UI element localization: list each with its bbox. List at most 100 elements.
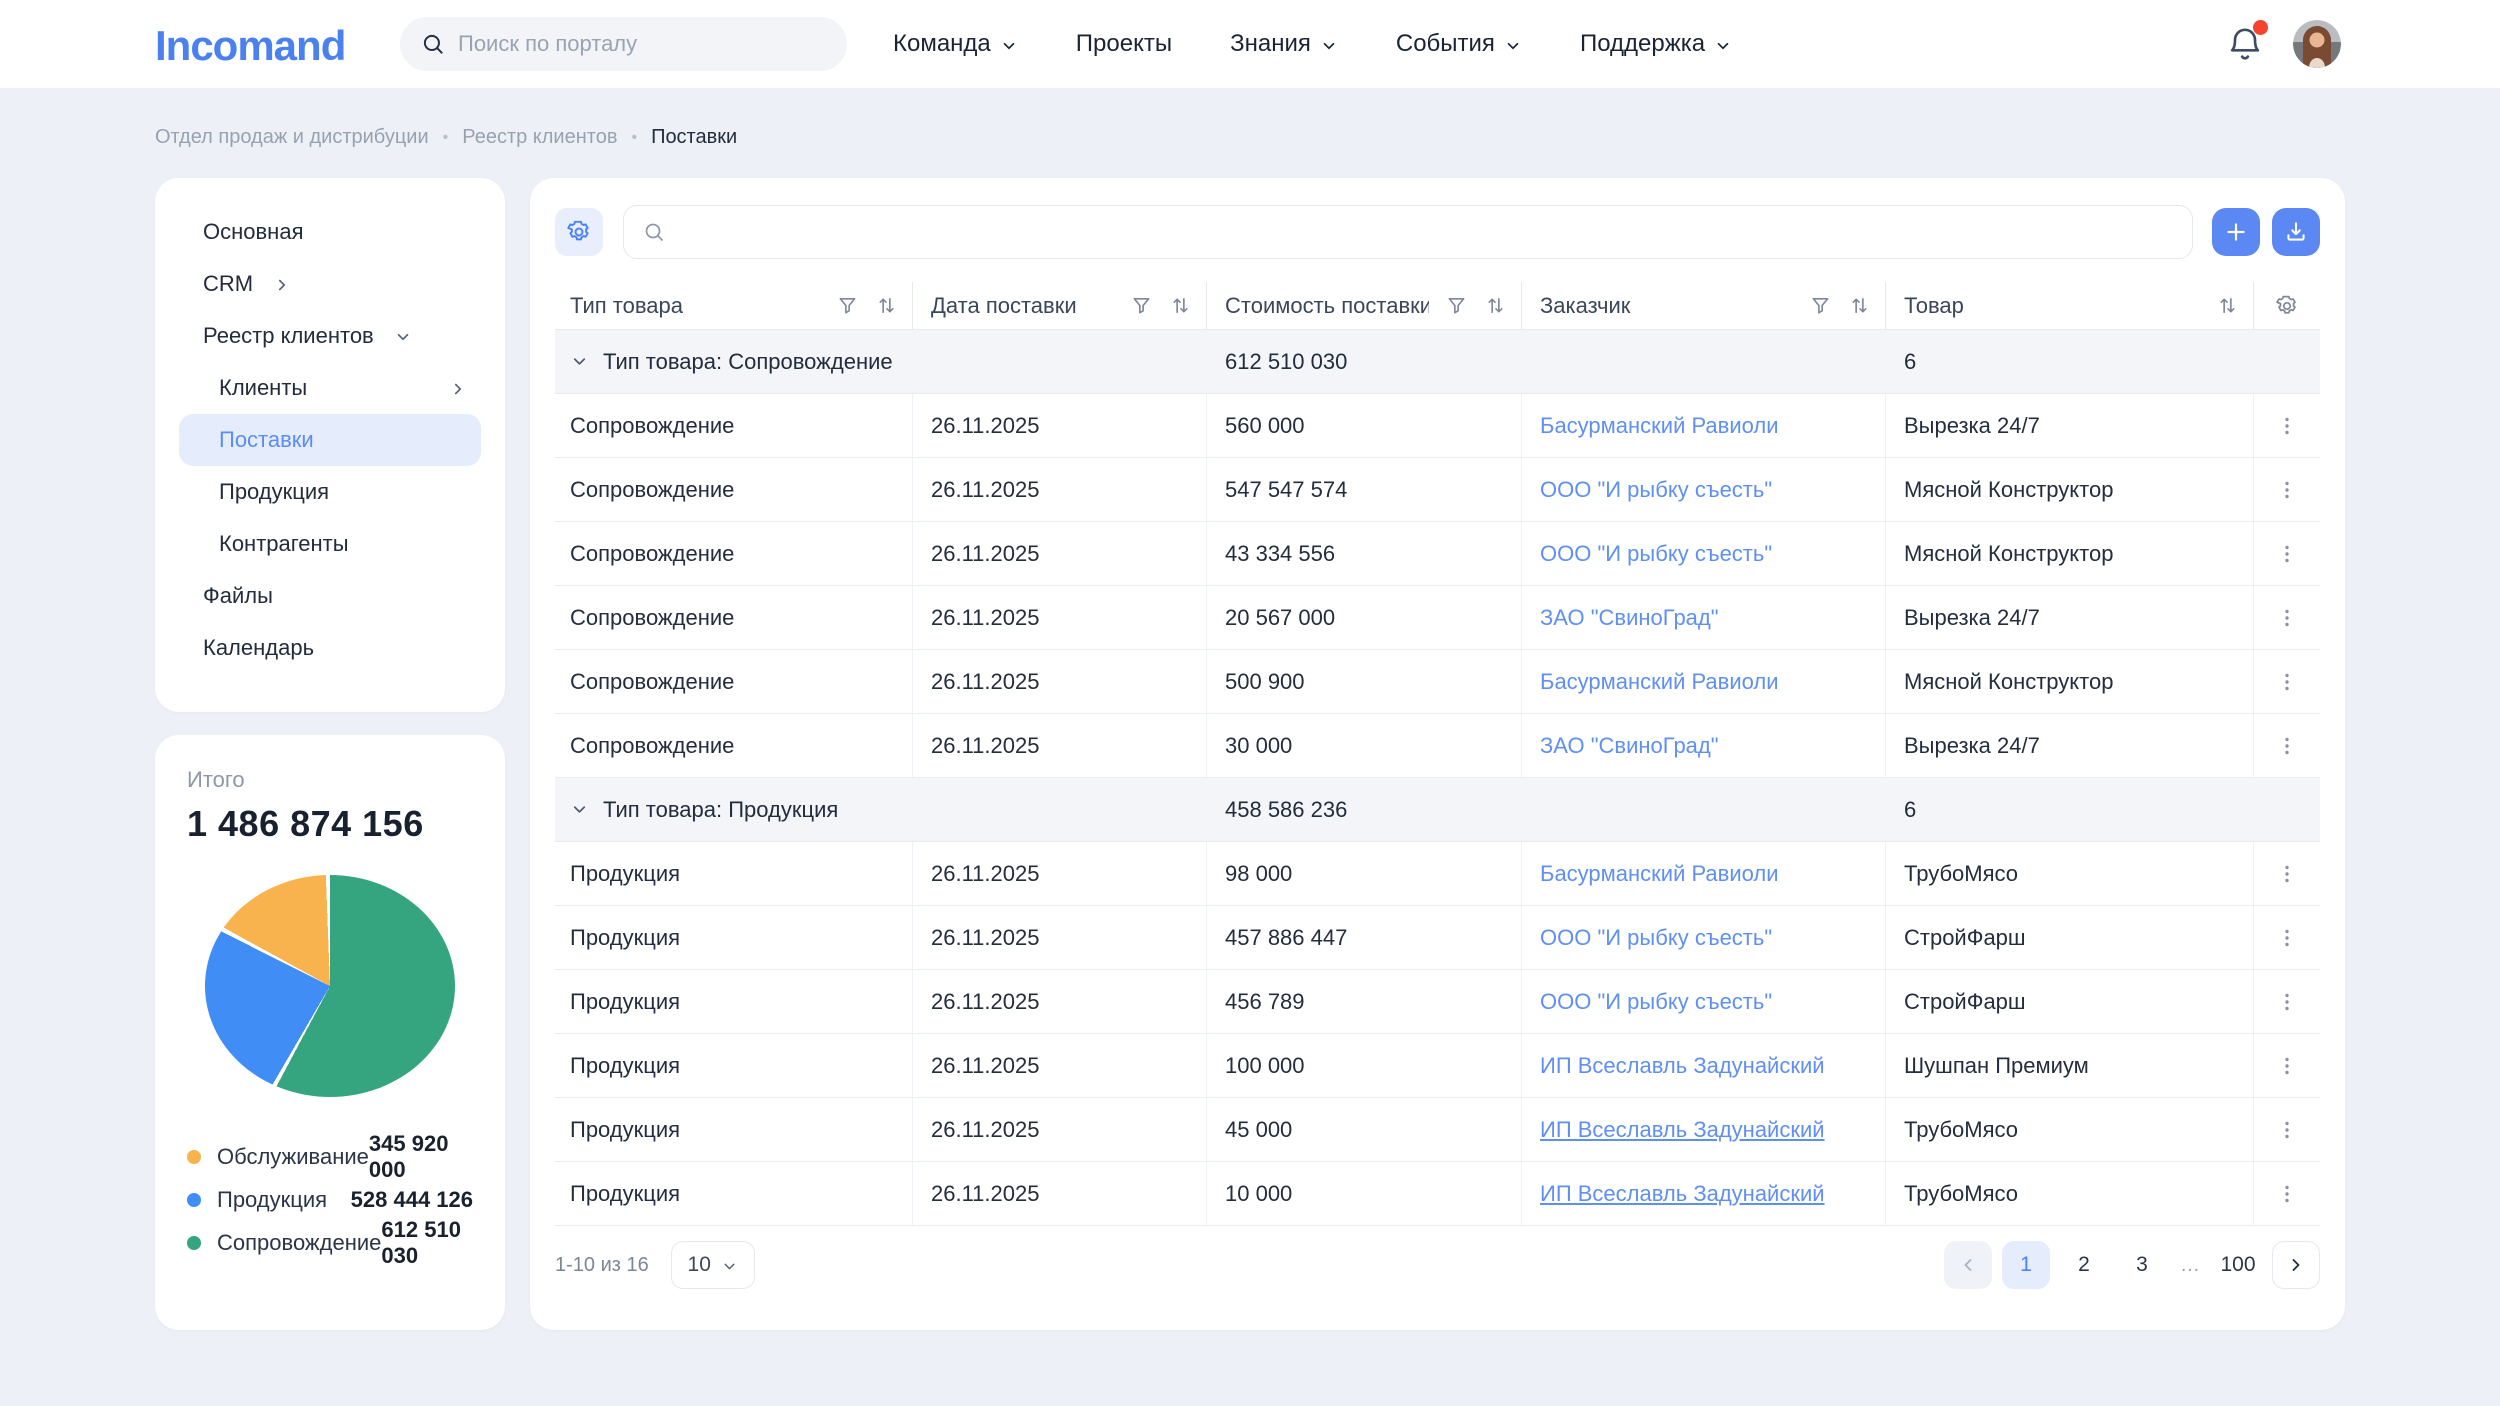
filter-icon[interactable] — [1445, 294, 1468, 317]
nav-support[interactable]: Поддержка — [1580, 30, 1732, 58]
legend-item-service: Обслуживание 345 920 000 — [187, 1131, 473, 1182]
deliveries-table: Тип товара Дата поставки Стоимость поста… — [555, 282, 2320, 1226]
sidebar-item-deliveries[interactable]: Поставки — [179, 414, 481, 466]
customer-link[interactable]: ООО "И рыбку съесть" — [1540, 541, 1772, 567]
collapse-chevron-icon[interactable] — [570, 800, 589, 819]
group-count: 6 — [1904, 796, 1917, 822]
main-nav: Команда Проекты Знания События Поддержка — [893, 0, 1732, 88]
row-menu-icon[interactable] — [2275, 542, 2299, 566]
column-header-settings — [2254, 282, 2320, 329]
nav-team[interactable]: Команда — [893, 30, 1018, 58]
legend-label: Обслуживание — [217, 1143, 369, 1169]
group-label: Тип товара: Сопровождение — [555, 330, 1207, 393]
row-menu-icon[interactable] — [2275, 926, 2299, 950]
chevron-right-icon — [273, 276, 291, 294]
sidebar-item-clients[interactable]: Клиенты — [179, 362, 481, 414]
row-menu-icon[interactable] — [2275, 862, 2299, 886]
user-avatar[interactable] — [2293, 20, 2341, 68]
row-menu-icon[interactable] — [2275, 606, 2299, 630]
portal-search-input[interactable] — [458, 31, 827, 57]
row-menu-icon[interactable] — [2275, 1054, 2299, 1078]
legend-label: Сопровождение — [217, 1229, 382, 1255]
customer-link[interactable]: Басурманский Равиоли — [1540, 669, 1779, 695]
collapse-chevron-icon[interactable] — [570, 352, 589, 371]
sort-icon[interactable] — [1848, 294, 1871, 317]
customer-link[interactable]: ООО "И рыбку съесть" — [1540, 925, 1772, 951]
table-header: Тип товара Дата поставки Стоимость поста… — [555, 282, 2320, 330]
cell-type: Продукция — [555, 1034, 913, 1097]
sidebar-item-label: Основная — [203, 219, 304, 244]
filter-icon[interactable] — [1130, 294, 1153, 317]
cell-cost: 43 334 556 — [1207, 522, 1522, 585]
pagination-prev-button[interactable] — [1944, 1241, 1992, 1289]
notifications-button[interactable] — [2225, 20, 2268, 64]
customer-link[interactable]: ООО "И рыбку съесть" — [1540, 477, 1772, 503]
customer-link[interactable]: ЗАО "СвиноГрад" — [1540, 733, 1719, 759]
nav-projects[interactable]: Проекты — [1076, 30, 1172, 58]
row-menu-icon[interactable] — [2275, 990, 2299, 1014]
row-menu-icon[interactable] — [2275, 414, 2299, 438]
legend-dot-green — [187, 1235, 201, 1250]
cell-cost: 560 000 — [1207, 394, 1522, 457]
topbar-actions — [2225, 0, 2341, 88]
row-menu-icon[interactable] — [2275, 1182, 2299, 1206]
customer-link[interactable]: ООО "И рыбку съесть" — [1540, 989, 1772, 1015]
cell-cost: 100 000 — [1207, 1034, 1522, 1097]
sidebar-item-files[interactable]: Файлы — [179, 570, 481, 622]
customer-link[interactable]: Басурманский Равиоли — [1540, 861, 1779, 887]
cell-date: 26.11.2025 — [913, 394, 1207, 457]
chevron-down-icon — [1714, 37, 1732, 55]
sidebar-item-crm[interactable]: CRM — [179, 258, 481, 310]
sidebar: Основная CRM Реестр клиентов Клиенты Пос… — [155, 178, 505, 712]
filter-icon[interactable] — [836, 294, 859, 317]
cell-product: Шушпан Премиум — [1886, 1034, 2254, 1097]
row-menu-icon[interactable] — [2275, 734, 2299, 758]
nav-knowledge-label: Знания — [1230, 30, 1311, 57]
pagination-page-3[interactable]: 3 — [2118, 1241, 2166, 1289]
breadcrumb-item-1[interactable]: Отдел продаж и дистрибуции — [155, 126, 429, 149]
row-menu-icon[interactable] — [2275, 1118, 2299, 1142]
pagination-page-100[interactable]: 100 — [2214, 1241, 2262, 1289]
sort-icon[interactable] — [1169, 294, 1192, 317]
sidebar-item-client-registry[interactable]: Реестр клиентов — [179, 310, 481, 362]
add-button[interactable] — [2212, 208, 2260, 256]
cell-product: ТрубоМясо — [1886, 842, 2254, 905]
export-download-button[interactable] — [2272, 208, 2320, 256]
table-row: Сопровождение 26.11.2025 20 567 000 ЗАО … — [555, 586, 2320, 650]
sidebar-item-calendar[interactable]: Календарь — [179, 622, 481, 674]
filter-icon[interactable] — [1809, 294, 1832, 317]
customer-link[interactable]: ИП Всеславль Задунайский — [1540, 1181, 1825, 1207]
customer-link[interactable]: ИП Всеславль Задунайский — [1540, 1117, 1825, 1143]
customer-link[interactable]: ИП Всеславль Задунайский — [1540, 1053, 1825, 1079]
sidebar-item-main[interactable]: Основная — [179, 206, 481, 258]
sort-icon[interactable] — [2216, 294, 2239, 317]
pagination-page-2[interactable]: 2 — [2060, 1241, 2108, 1289]
sort-icon[interactable] — [1484, 294, 1507, 317]
chevron-right-icon — [449, 380, 467, 398]
sort-icon[interactable] — [875, 294, 898, 317]
columns-gear-icon[interactable] — [2275, 294, 2299, 318]
row-menu-icon[interactable] — [2275, 670, 2299, 694]
column-header-date: Дата поставки — [913, 282, 1207, 329]
chevron-down-icon — [721, 1258, 738, 1275]
page-size-select[interactable]: 10 — [670, 1241, 755, 1289]
sidebar-item-products[interactable]: Продукция — [179, 466, 481, 518]
group-row-support: Тип товара: Сопровождение 612 510 030 6 — [555, 330, 2320, 394]
pagination-page-1[interactable]: 1 — [2002, 1241, 2050, 1289]
nav-knowledge[interactable]: Знания — [1230, 30, 1338, 58]
app-logo[interactable]: Incomand — [155, 22, 346, 70]
table-settings-button[interactable] — [555, 208, 603, 256]
breadcrumb-item-2[interactable]: Реестр клиентов — [462, 126, 617, 149]
cell-type: Продукция — [555, 1098, 913, 1161]
row-menu-icon[interactable] — [2275, 478, 2299, 502]
pagination-next-button[interactable] — [2272, 1241, 2320, 1289]
cell-product: Вырезка 24/7 — [1886, 714, 2254, 777]
table-search-input[interactable] — [678, 219, 2174, 245]
customer-link[interactable]: ЗАО "СвиноГрад" — [1540, 605, 1719, 631]
nav-events[interactable]: События — [1396, 30, 1522, 58]
sidebar-item-counterparties[interactable]: Контрагенты — [179, 518, 481, 570]
summary-total: 1 486 874 156 — [187, 803, 424, 844]
cell-type: Сопровождение — [555, 650, 913, 713]
group-row-products: Тип товара: Продукция 458 586 236 6 — [555, 778, 2320, 842]
customer-link[interactable]: Басурманский Равиоли — [1540, 413, 1779, 439]
